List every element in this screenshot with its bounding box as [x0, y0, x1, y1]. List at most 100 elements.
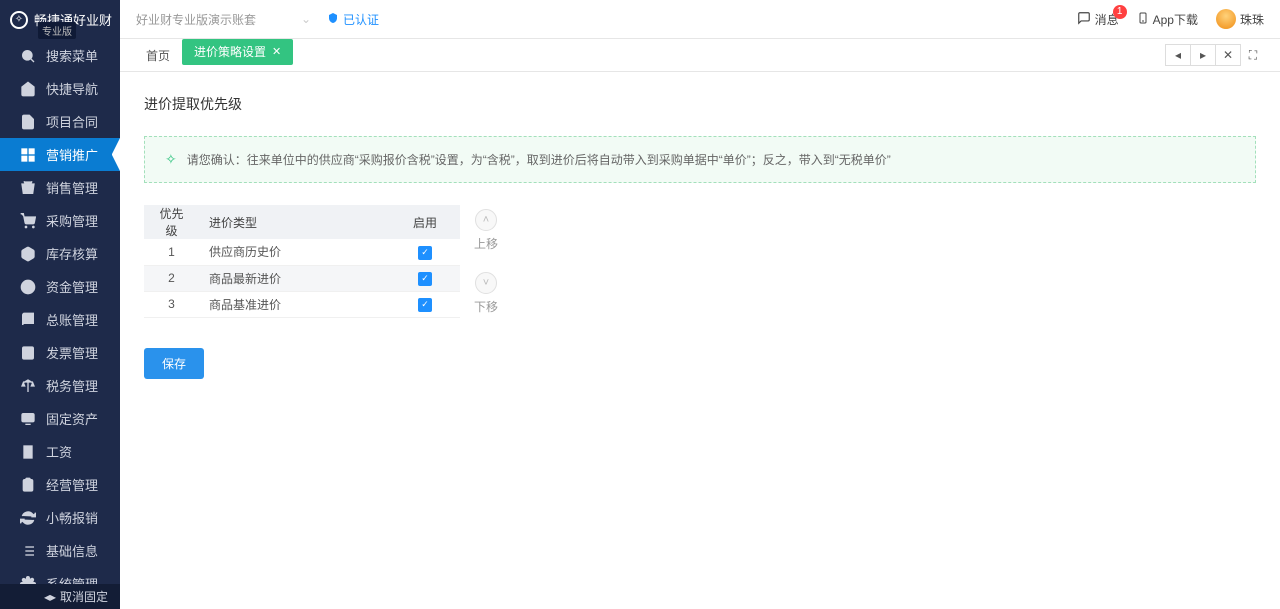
law-icon [20, 378, 36, 394]
cell-type: 供应商历史价 [199, 239, 390, 265]
verified-badge: 已认证 [327, 11, 379, 28]
tab-controls: ◂ ▸ ✕ ⛶ [1166, 44, 1266, 66]
close-icon[interactable]: ✕ [272, 45, 281, 58]
sidebar-item-1[interactable]: 快捷导航 [0, 72, 120, 105]
sidebar-item-14[interactable]: 小畅报销 [0, 501, 120, 534]
table-row[interactable]: 3 商品基准进价 ✓ [144, 291, 460, 317]
bag-icon [20, 180, 36, 196]
sidebar-item-label: 快捷导航 [46, 79, 98, 98]
sidebar-item-2[interactable]: 项目合同 [0, 105, 120, 138]
sidebar-item-label: 税务管理 [46, 376, 98, 395]
save-button[interactable]: 保存 [144, 348, 204, 379]
page-content: 进价提取优先级 ✧ 请您确认：往来单位中的供应商“采购报价含税”设置，为“含税”… [120, 72, 1280, 609]
search-icon [20, 48, 36, 64]
shield-icon [327, 12, 339, 27]
sidebar-item-5[interactable]: 采购管理 [0, 204, 120, 237]
sidebar-item-label: 小畅报销 [46, 508, 98, 527]
message-badge: 1 [1113, 5, 1127, 19]
tab-1[interactable]: 进价策略设置 ✕ [182, 39, 293, 65]
messages-button[interactable]: 消息 1 [1077, 11, 1119, 28]
org-selector[interactable]: 好业财专业版演示账套 ⌄ [136, 11, 311, 28]
tab-close-all-button[interactable]: ✕ [1215, 44, 1241, 66]
fullscreen-button[interactable]: ⛶ [1240, 44, 1266, 66]
avatar [1216, 9, 1236, 29]
sidebar-item-label: 总账管理 [46, 310, 98, 329]
tab-prev-button[interactable]: ◂ [1165, 44, 1191, 66]
sidebar-item-11[interactable]: 固定资产 [0, 402, 120, 435]
cell-rank: 3 [144, 291, 199, 317]
sidebar-item-label: 资金管理 [46, 277, 98, 296]
verified-label: 已认证 [343, 11, 379, 28]
cell-rank: 1 [144, 239, 199, 265]
header-bar: 好业财专业版演示账套 ⌄ 已认证 消息 1 App下载 珠珠 [120, 0, 1280, 39]
cell-enable: ✓ [390, 239, 460, 265]
sidebar-item-label: 项目合同 [46, 112, 98, 131]
sidebar-item-0[interactable]: 搜索菜单 [0, 39, 120, 72]
sidebar-footer-label: 取消固定 [60, 588, 108, 605]
header-right: 消息 1 App下载 珠珠 [1077, 9, 1264, 29]
col-priority: 优先级 [144, 205, 199, 239]
brand-edition: 专业版 [38, 22, 76, 39]
sidebar-item-label: 搜索菜单 [46, 46, 98, 65]
sidebar-item-label: 发票管理 [46, 343, 98, 362]
phone-icon [1137, 11, 1149, 28]
download-button[interactable]: App下载 [1137, 11, 1198, 28]
yen-icon [20, 279, 36, 295]
sidebar-item-label: 系统管理 [46, 574, 98, 584]
cart-icon [20, 213, 36, 229]
sidebar-item-label: 经营管理 [46, 475, 98, 494]
user-menu[interactable]: 珠珠 [1216, 9, 1264, 29]
move-down-button[interactable]: ˅ [475, 272, 497, 294]
sidebar-item-12[interactable]: 工资 [0, 435, 120, 468]
sidebar-item-8[interactable]: 总账管理 [0, 303, 120, 336]
table-row[interactable]: 2 商品最新进价 ✓ [144, 265, 460, 291]
sidebar-item-label: 基础信息 [46, 541, 98, 560]
sidebar-item-3[interactable]: 营销推广 [0, 138, 120, 171]
move-up: ˄ 上移 [474, 209, 498, 252]
sidebar: ✧ 畅捷通好业财 专业版 搜索菜单 快捷导航 项目合同 营销推广 销售管理 采购… [0, 0, 120, 609]
move-down: ˅ 下移 [474, 272, 498, 315]
table-header-row: 优先级 进价类型 启用 [144, 205, 460, 239]
list-icon [20, 543, 36, 559]
priority-table-area: 优先级 进价类型 启用 1 供应商历史价 ✓ 2 商品最新进价 ✓ 3 商品基准… [144, 205, 1256, 318]
sidebar-item-10[interactable]: 税务管理 [0, 369, 120, 402]
download-label: App下载 [1153, 11, 1198, 28]
alert-text: 请您确认：往来单位中的供应商“采购报价含税”设置，为“含税”，取到进价后将自动带… [187, 151, 891, 168]
tab-label: 进价策略设置 [194, 43, 266, 60]
tab-next-button[interactable]: ▸ [1190, 44, 1216, 66]
checkbox-checked-icon[interactable]: ✓ [418, 246, 432, 260]
checkbox-checked-icon[interactable]: ✓ [418, 298, 432, 312]
sidebar-item-15[interactable]: 基础信息 [0, 534, 120, 567]
sidebar-item-label: 销售管理 [46, 178, 98, 197]
sparkle-icon: ✧ [165, 151, 177, 168]
move-up-button[interactable]: ˄ [475, 209, 497, 231]
sidebar-item-9[interactable]: 发票管理 [0, 336, 120, 369]
table-row[interactable]: 1 供应商历史价 ✓ [144, 239, 460, 265]
move-up-label: 上移 [474, 235, 498, 252]
info-alert: ✧ 请您确认：往来单位中的供应商“采购报价含税”设置，为“含税”，取到进价后将自… [144, 136, 1256, 183]
clipboard-icon [20, 477, 36, 493]
priority-table: 优先级 进价类型 启用 1 供应商历史价 ✓ 2 商品最新进价 ✓ 3 商品基准… [144, 205, 460, 318]
sidebar-item-13[interactable]: 经营管理 [0, 468, 120, 501]
sidebar-item-4[interactable]: 销售管理 [0, 171, 120, 204]
building-icon [20, 444, 36, 460]
logo-icon: ✧ [10, 11, 28, 29]
page-title: 进价提取优先级 [144, 94, 1256, 114]
checkbox-checked-icon[interactable]: ✓ [418, 272, 432, 286]
sidebar-item-16[interactable]: 系统管理 [0, 567, 120, 584]
tab-0[interactable]: 首页 [134, 39, 182, 72]
book-icon [20, 312, 36, 328]
sidebar-item-label: 工资 [46, 442, 72, 461]
user-name: 珠珠 [1240, 11, 1264, 28]
sidebar-item-label: 采购管理 [46, 211, 98, 230]
cell-type: 商品最新进价 [199, 265, 390, 291]
sidebar-item-6[interactable]: 库存核算 [0, 237, 120, 270]
cell-enable: ✓ [390, 265, 460, 291]
refresh-icon [20, 510, 36, 526]
screen-icon [20, 411, 36, 427]
invoice-icon [20, 345, 36, 361]
sidebar-pin-toggle[interactable]: ◂▸ 取消固定 [0, 584, 120, 609]
doc-icon [20, 114, 36, 130]
sidebar-item-7[interactable]: 资金管理 [0, 270, 120, 303]
sidebar-nav: 搜索菜单 快捷导航 项目合同 营销推广 销售管理 采购管理 库存核算 资金管理 … [0, 39, 120, 584]
